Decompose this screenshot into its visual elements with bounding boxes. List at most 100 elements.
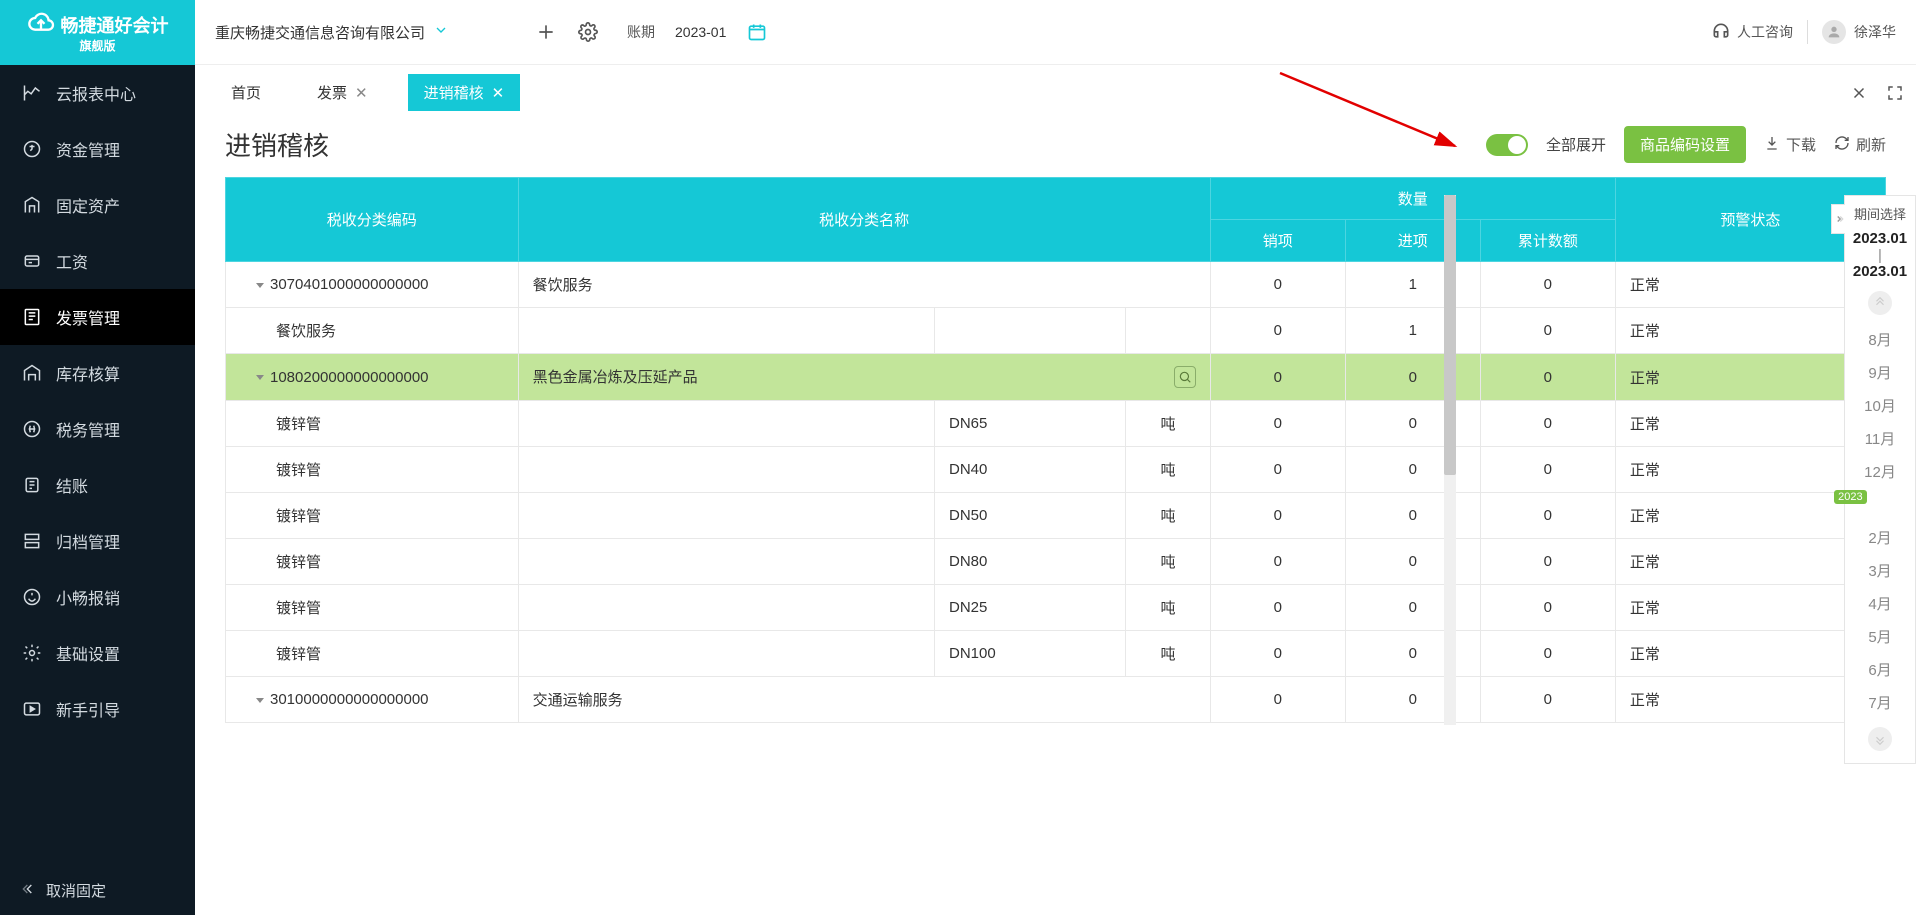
search-in-cell-icon[interactable] xyxy=(1174,366,1196,388)
cell-name: 黑色金属冶炼及压延产品 xyxy=(518,354,1210,401)
month-4月[interactable]: 4月 xyxy=(1864,587,1896,620)
table-row[interactable]: 餐饮服务010正常 xyxy=(226,308,1886,354)
fullscreen-button[interactable] xyxy=(1884,82,1906,104)
expander-icon[interactable] xyxy=(256,698,264,703)
cell-name xyxy=(518,447,934,493)
table-row[interactable]: 镀锌管DN25吨000正常 xyxy=(226,585,1886,631)
sidebar: 畅捷通好会计 旗舰版 云报表中心资金管理固定资产工资发票管理库存核算税务管理结账… xyxy=(0,0,195,915)
sidebar-item-7[interactable]: 结账 xyxy=(0,457,195,513)
cell-unit: 吨 xyxy=(1126,493,1210,539)
tab-0[interactable]: 首页 xyxy=(215,74,277,111)
table-row[interactable]: 镀锌管DN80吨000正常 xyxy=(226,539,1886,585)
cell-cumulative: 0 xyxy=(1480,539,1615,585)
sidebar-item-5[interactable]: 库存核算 xyxy=(0,345,195,401)
expander-icon[interactable] xyxy=(256,283,264,288)
table-row[interactable]: 镀锌管DN100吨000正常 xyxy=(226,631,1886,677)
cell-cumulative: 0 xyxy=(1480,677,1615,723)
sidebar-item-6[interactable]: 税务管理 xyxy=(0,401,195,457)
month-11月[interactable]: 11月 xyxy=(1864,422,1896,455)
cell-code: 镀锌管 xyxy=(226,585,519,631)
month-5月[interactable]: 5月 xyxy=(1864,620,1896,653)
tab-label: 发票 xyxy=(317,82,347,103)
org-select[interactable]: 重庆畅捷交通信息咨询有限公司 xyxy=(215,22,515,43)
cell-spec: DN40 xyxy=(935,447,1126,493)
sidebar-item-2[interactable]: 固定资产 xyxy=(0,177,195,233)
month-2月[interactable]: 2月 xyxy=(1864,521,1896,554)
cell-spec: DN25 xyxy=(935,585,1126,631)
th-cumulative: 累计数额 xyxy=(1480,220,1615,262)
month-9月[interactable]: 9月 xyxy=(1864,356,1896,389)
tab-2[interactable]: 进销稽核✕ xyxy=(408,74,521,111)
close-all-tabs[interactable] xyxy=(1848,82,1870,104)
logo-sub: 旗舰版 xyxy=(79,37,115,54)
cell-name xyxy=(518,493,934,539)
month-6月[interactable]: 6月 xyxy=(1864,653,1896,686)
expand-all-toggle[interactable] xyxy=(1486,134,1528,156)
data-table: 税收分类编码 税收分类名称 数量 预警状态 销项 进项 累计数额 3070401… xyxy=(225,177,1886,723)
nav-icon xyxy=(22,83,42,103)
sidebar-item-10[interactable]: 基础设置 xyxy=(0,625,195,681)
table-row[interactable]: 3070401000000000000餐饮服务010正常 xyxy=(226,262,1886,308)
month-1月[interactable]: 20231月 xyxy=(1864,488,1896,521)
th-name: 税收分类名称 xyxy=(518,178,1210,262)
table-row[interactable]: 1080200000000000000黑色金属冶炼及压延产品000正常 xyxy=(226,354,1886,401)
unpin-button[interactable]: 取消固定 xyxy=(0,866,195,915)
add-button[interactable] xyxy=(535,21,557,43)
time-scroll-down[interactable] xyxy=(1868,727,1892,751)
logo-icon xyxy=(27,11,55,39)
table-row[interactable]: 镀锌管DN65吨000正常 xyxy=(226,401,1886,447)
sidebar-item-11[interactable]: 新手引导 xyxy=(0,681,195,737)
cell-spec: DN65 xyxy=(935,401,1126,447)
table-row[interactable]: 3010000000000000000交通运输服务000正常 xyxy=(226,677,1886,723)
sidebar-item-1[interactable]: 资金管理 xyxy=(0,121,195,177)
cell-purchase: 0 xyxy=(1345,401,1480,447)
tab-1[interactable]: 发票 ✕ xyxy=(301,74,384,111)
month-3月[interactable]: 3月 xyxy=(1864,554,1896,587)
nav-icon xyxy=(22,195,42,215)
refresh-button[interactable]: 刷新 xyxy=(1834,134,1886,155)
sidebar-item-4[interactable]: 发票管理 xyxy=(0,289,195,345)
settings-button[interactable] xyxy=(577,21,599,43)
expander-icon[interactable] xyxy=(256,375,264,380)
cell-cumulative: 0 xyxy=(1480,308,1615,354)
consult-button[interactable]: 人工咨询 xyxy=(1711,21,1793,44)
calendar-icon[interactable] xyxy=(746,21,768,43)
cell-purchase: 0 xyxy=(1345,447,1480,493)
time-scroll-up[interactable] xyxy=(1868,291,1892,315)
month-8月[interactable]: 8月 xyxy=(1864,323,1896,356)
cell-cumulative: 0 xyxy=(1480,447,1615,493)
user-menu[interactable]: 徐泽华 xyxy=(1822,20,1896,44)
cell-name: 交通运输服务 xyxy=(518,677,1210,723)
sidebar-item-9[interactable]: 小畅报销 xyxy=(0,569,195,625)
table-row[interactable]: 镀锌管DN40吨000正常 xyxy=(226,447,1886,493)
scrollbar[interactable] xyxy=(1444,195,1456,725)
table-row[interactable]: 镀锌管DN50吨000正常 xyxy=(226,493,1886,539)
table-wrap: 税收分类编码 税收分类名称 数量 预警状态 销项 进项 累计数额 3070401… xyxy=(195,177,1916,915)
download-button[interactable]: 下载 xyxy=(1764,134,1816,155)
close-icon[interactable]: ✕ xyxy=(492,84,505,102)
month-12月[interactable]: 12月 xyxy=(1864,455,1896,488)
cell-sales: 0 xyxy=(1210,354,1345,401)
period-value: 2023-01 xyxy=(675,24,726,40)
sidebar-item-3[interactable]: 工资 xyxy=(0,233,195,289)
nav-label: 基础设置 xyxy=(56,641,120,665)
nav-icon xyxy=(22,307,42,327)
cell-spec: DN50 xyxy=(935,493,1126,539)
close-icon[interactable]: ✕ xyxy=(355,84,368,102)
nav-label: 云报表中心 xyxy=(56,81,136,105)
cell-code: 镀锌管 xyxy=(226,447,519,493)
cell-cumulative: 0 xyxy=(1480,493,1615,539)
cell-sales: 0 xyxy=(1210,585,1345,631)
collapse-time-panel[interactable] xyxy=(1831,204,1845,234)
refresh-label: 刷新 xyxy=(1856,134,1886,155)
year-badge: 2023 xyxy=(1834,490,1866,504)
consult-label: 人工咨询 xyxy=(1737,22,1793,42)
month-7月[interactable]: 7月 xyxy=(1864,686,1896,719)
product-code-setting-button[interactable]: 商品编码设置 xyxy=(1624,126,1746,163)
sidebar-item-8[interactable]: 归档管理 xyxy=(0,513,195,569)
sidebar-item-0[interactable]: 云报表中心 xyxy=(0,65,195,121)
cell-sales: 0 xyxy=(1210,262,1345,308)
month-10月[interactable]: 10月 xyxy=(1864,389,1896,422)
cell-purchase: 0 xyxy=(1345,539,1480,585)
logo-text: 畅捷通好会计 xyxy=(61,12,169,38)
